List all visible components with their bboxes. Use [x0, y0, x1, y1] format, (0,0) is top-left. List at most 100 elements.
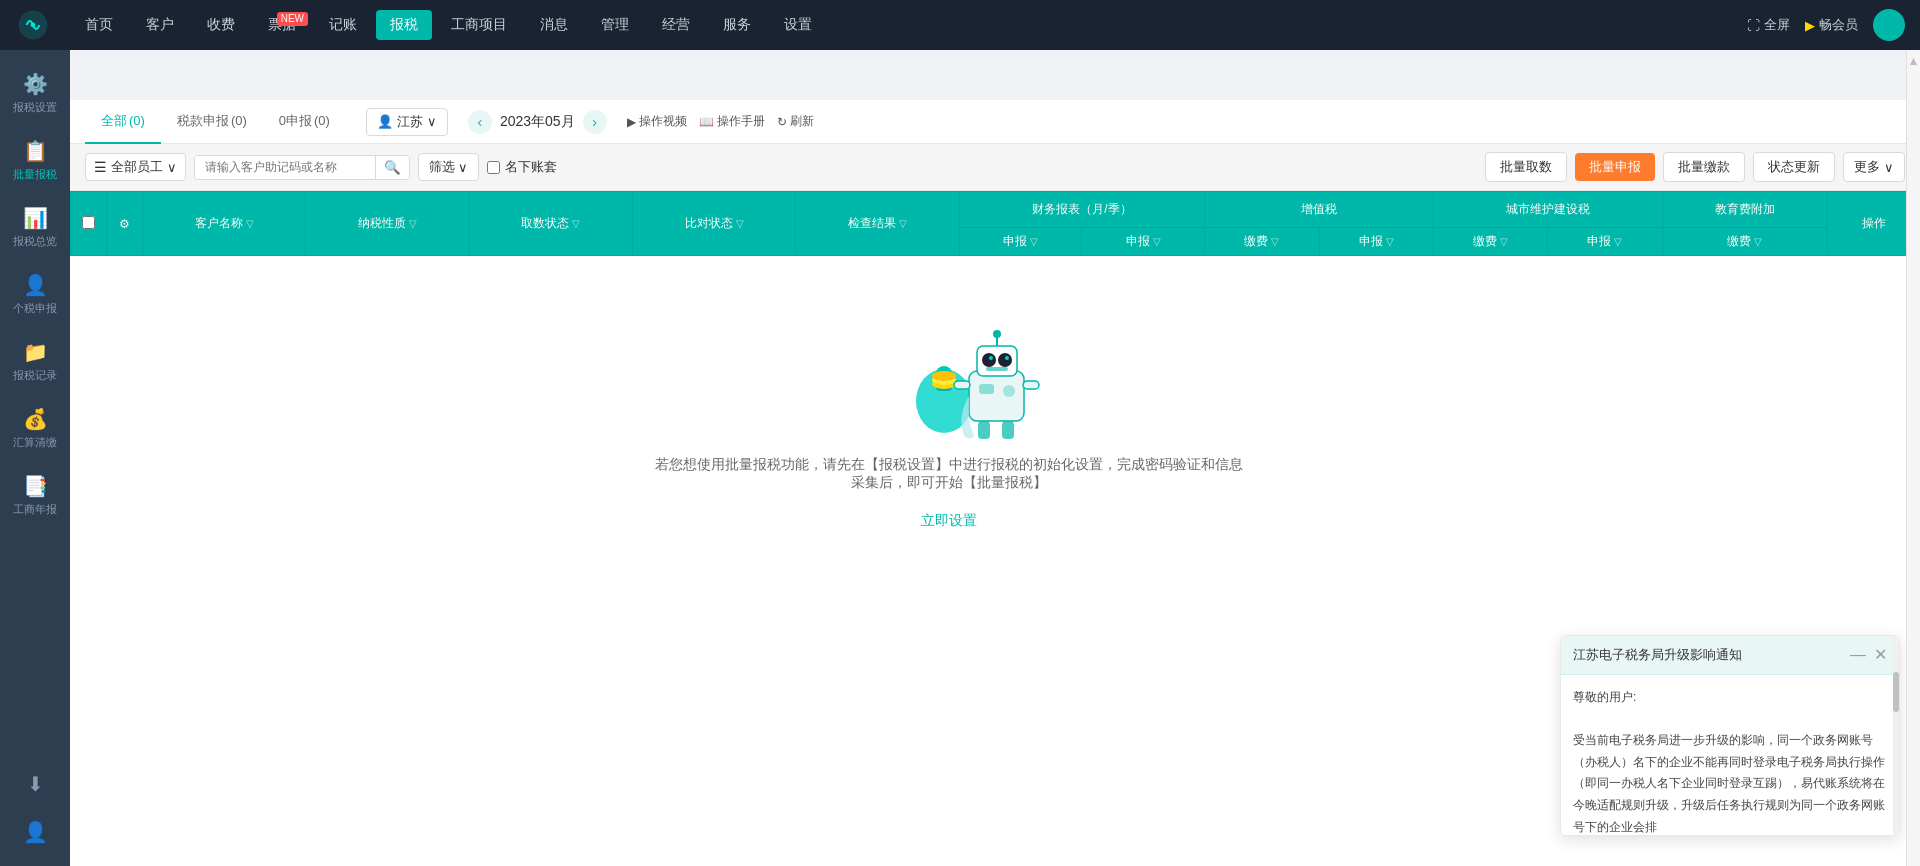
nav-industrial[interactable]: 工商项目: [437, 10, 521, 40]
sort-icon-10[interactable]: ▽: [1500, 236, 1508, 247]
search-input[interactable]: [195, 156, 375, 178]
sidebar-item-tax-summary[interactable]: 📊 报税总览: [0, 194, 70, 261]
sort-icon-5[interactable]: ▽: [899, 218, 907, 229]
annual-report-icon: 📑: [23, 474, 47, 498]
column-settings-icon[interactable]: ⚙: [119, 217, 130, 231]
prev-month-button[interactable]: ‹: [468, 110, 492, 134]
empty-description: 若您想使用批量报税功能，请先在【报税设置】中进行报税的初始化设置，完成密码验证和…: [649, 456, 1249, 492]
sidebar-label-batch-tax: 批量报税: [13, 167, 57, 182]
robot-illustration: [889, 316, 1009, 436]
sort-icon-7[interactable]: ▽: [1153, 236, 1161, 247]
nav-home[interactable]: 首页: [71, 10, 127, 40]
notification-close-button[interactable]: ✕: [1874, 647, 1887, 663]
settlement-icon: 💰: [23, 407, 47, 431]
refresh-icon: ↻: [777, 115, 787, 129]
sidebar-item-tax-settings[interactable]: ⚙️ 报税设置: [0, 60, 70, 127]
select-all-checkbox[interactable]: [82, 216, 95, 229]
notification-title: 江苏电子税务局升级影响通知: [1573, 646, 1742, 664]
refresh-action[interactable]: ↻ 刷新: [777, 113, 814, 130]
th-urban-construction: 城市维护建设税: [1433, 192, 1662, 228]
manual-icon: 📖: [699, 115, 714, 129]
nav-accounting[interactable]: 记账: [315, 10, 371, 40]
nav-service[interactable]: 服务: [709, 10, 765, 40]
th-vat: 增值税: [1205, 192, 1434, 228]
right-scrollbar[interactable]: ▲: [1906, 50, 1920, 866]
sort-icon-8[interactable]: ▽: [1271, 236, 1279, 247]
batch-declare-button[interactable]: 批量申报: [1575, 153, 1655, 181]
sidebar-label-personal-tax: 个税申报: [13, 301, 57, 316]
filter-chevron-icon: ∨: [458, 160, 468, 175]
sidebar-item-settlement[interactable]: 💰 汇算清缴: [0, 395, 70, 462]
sort-icon-11[interactable]: ▽: [1614, 236, 1622, 247]
tax-summary-icon: 📊: [23, 206, 47, 230]
employee-select[interactable]: ☰ 全部员工 ∨: [85, 153, 186, 181]
sort-icon-2[interactable]: ▽: [409, 218, 417, 229]
nav-menu: 首页 客户 收费 票据 NEW 记账 报税 工商项目 消息 管理 经营 服务 设…: [71, 10, 1747, 40]
sidebar-label-settlement: 汇算清缴: [13, 435, 57, 450]
status-update-button[interactable]: 状态更新: [1753, 152, 1835, 182]
filter-button[interactable]: 筛选 ∨: [418, 153, 479, 181]
scroll-up-button[interactable]: ▲: [1908, 50, 1920, 72]
tabs-right-actions: ▶ 操作视频 📖 操作手册 ↻ 刷新: [627, 113, 814, 130]
sidebar-label-annual-report: 工商年报: [13, 502, 57, 517]
sidebar-label-tax-record: 报税记录: [13, 368, 57, 383]
tab-zero-declaration[interactable]: 0申报(0): [263, 100, 346, 144]
tax-record-icon: 📁: [23, 340, 47, 364]
video-action[interactable]: ▶ 操作视频: [627, 113, 687, 130]
nav-invoice[interactable]: 票据 NEW: [254, 10, 310, 40]
th-edu-declare: 申报▽: [1548, 228, 1662, 256]
sidebar-item-tax-record[interactable]: 📁 报税记录: [0, 328, 70, 395]
nav-management[interactable]: 管理: [587, 10, 643, 40]
subordinate-accounts-checkbox[interactable]: 名下账套: [487, 158, 557, 176]
sort-icon[interactable]: ▽: [246, 218, 254, 229]
notification-scroll-thumb: [1893, 672, 1899, 712]
sort-icon-12[interactable]: ▽: [1754, 236, 1762, 247]
sort-icon-4[interactable]: ▽: [736, 218, 744, 229]
nav-settings[interactable]: 设置: [770, 10, 826, 40]
member-button[interactable]: ▶ 畅会员: [1805, 16, 1858, 34]
sort-icon-3[interactable]: ▽: [572, 218, 580, 229]
notification-minimize-button[interactable]: —: [1850, 647, 1866, 663]
nav-billing[interactable]: 收费: [193, 10, 249, 40]
search-button[interactable]: 🔍: [375, 156, 409, 179]
more-button[interactable]: 更多 ∨: [1843, 152, 1905, 182]
sidebar-item-download[interactable]: ⬇: [0, 760, 70, 808]
svg-rect-21: [978, 421, 990, 439]
batch-pay-button[interactable]: 批量缴款: [1663, 152, 1745, 182]
nav-operation[interactable]: 经营: [648, 10, 704, 40]
subordinate-accounts-check[interactable]: [487, 161, 500, 174]
user-avatar[interactable]: [1873, 9, 1905, 41]
region-icon: 👤: [377, 114, 393, 129]
app-logo[interactable]: [15, 7, 51, 43]
svg-rect-20: [1023, 381, 1039, 389]
tab-tax-declaration[interactable]: 税款申报(0): [161, 100, 263, 144]
sidebar-label-tax-settings: 报税设置: [13, 100, 57, 115]
manual-action[interactable]: 📖 操作手册: [699, 113, 765, 130]
user-icon: 👤: [23, 820, 47, 844]
date-navigation: ‹ 2023年05月 ›: [468, 110, 607, 134]
sort-icon-6[interactable]: ▽: [1030, 236, 1038, 247]
sidebar-item-user[interactable]: 👤: [0, 808, 70, 856]
th-checkbox: [71, 192, 107, 256]
svg-rect-16: [986, 367, 1008, 371]
empty-state: 若您想使用批量报税功能，请先在【报税设置】中进行报税的初始化设置，完成密码验证和…: [71, 256, 1828, 590]
region-selector[interactable]: 👤 江苏 ∨: [366, 108, 448, 136]
sidebar-item-annual-report[interactable]: 📑 工商年报: [0, 462, 70, 529]
notification-scrollbar[interactable]: [1893, 636, 1899, 835]
tab-all[interactable]: 全部(0): [85, 100, 161, 144]
search-box: 🔍: [194, 155, 410, 180]
th-fetch-status: 取数状态▽: [469, 192, 632, 256]
next-month-button[interactable]: ›: [583, 110, 607, 134]
sidebar-item-batch-tax[interactable]: 📋 批量报税: [0, 127, 70, 194]
setup-link[interactable]: 立即设置: [921, 512, 977, 530]
sidebar-item-personal-tax[interactable]: 👤 个税申报: [0, 261, 70, 328]
nav-tax[interactable]: 报税: [376, 10, 432, 40]
toolbar-right-actions: 批量取数 批量申报 批量缴款 状态更新 更多 ∨: [1485, 152, 1905, 182]
th-vat-pay: 缴费▽: [1205, 228, 1319, 256]
nav-message[interactable]: 消息: [526, 10, 582, 40]
sort-icon-9[interactable]: ▽: [1386, 236, 1394, 247]
th-vat-declare: 申报▽: [1082, 228, 1205, 256]
fullscreen-button[interactable]: ⛶ 全屏: [1747, 16, 1790, 34]
batch-fetch-button[interactable]: 批量取数: [1485, 152, 1567, 182]
nav-customer[interactable]: 客户: [132, 10, 188, 40]
